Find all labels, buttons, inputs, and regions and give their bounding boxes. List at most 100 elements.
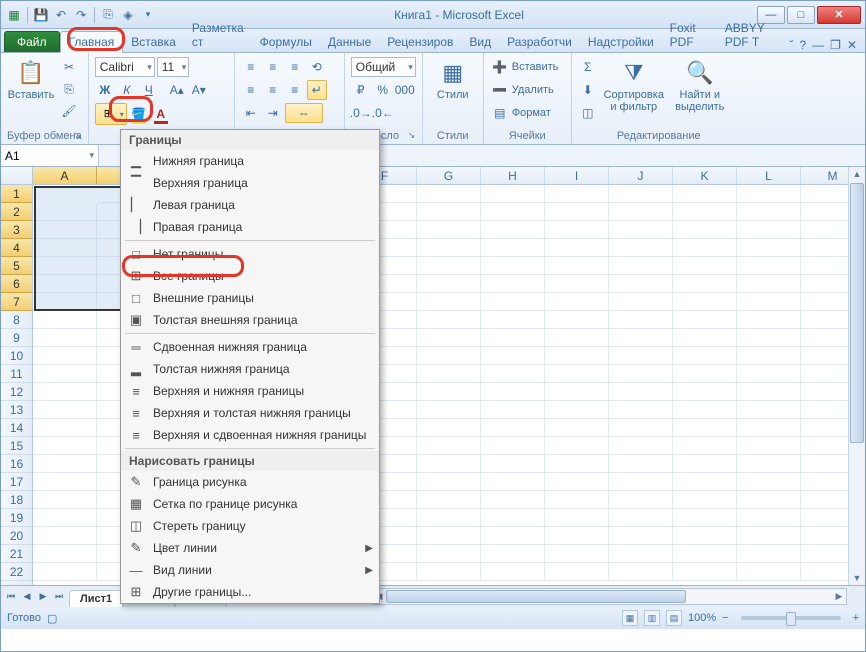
row-header[interactable]: 2 (1, 203, 32, 221)
borders-menu-item[interactable]: ▁Нижняя граница (121, 150, 379, 172)
cell[interactable] (737, 437, 801, 454)
row-header[interactable]: 20 (1, 527, 32, 545)
cell[interactable] (417, 293, 481, 310)
borders-menu-item[interactable]: ▦Сетка по границе рисунка (121, 493, 379, 515)
column-header[interactable]: L (737, 167, 801, 184)
cell[interactable] (417, 239, 481, 256)
cell[interactable] (609, 545, 673, 562)
dialog-launcher-icon[interactable]: ↘ (74, 130, 86, 142)
row-header[interactable]: 7 (1, 293, 32, 311)
cell[interactable] (33, 545, 97, 562)
increase-decimal-icon[interactable]: .0→ (351, 103, 371, 123)
cell[interactable] (417, 365, 481, 382)
name-box[interactable]: A1 (1, 145, 99, 166)
fill-icon[interactable]: ⬇ (578, 80, 598, 100)
cell[interactable] (609, 185, 673, 202)
cell[interactable] (737, 509, 801, 526)
cell[interactable] (737, 311, 801, 328)
borders-menu-item[interactable]: ═Сдвоенная нижняя граница (121, 336, 379, 358)
cell[interactable] (609, 383, 673, 400)
borders-menu-item[interactable]: ▂Толстая нижняя граница (121, 358, 379, 380)
row-header[interactable]: 21 (1, 545, 32, 563)
cell[interactable] (673, 329, 737, 346)
cell[interactable] (545, 419, 609, 436)
cell[interactable] (417, 473, 481, 490)
cell[interactable] (33, 437, 97, 454)
cell[interactable] (737, 293, 801, 310)
cut-icon[interactable]: ✂ (59, 57, 79, 77)
tab-foxit[interactable]: Foxit PDF (662, 18, 717, 52)
shrink-font-icon[interactable]: A▾ (189, 80, 209, 100)
vertical-scrollbar[interactable]: ▲ ▼ (848, 167, 865, 585)
cell[interactable] (417, 509, 481, 526)
column-header[interactable]: G (417, 167, 481, 184)
page-layout-view-icon[interactable]: ▥ (644, 610, 660, 626)
cell[interactable] (417, 527, 481, 544)
cell[interactable] (673, 311, 737, 328)
cell[interactable] (33, 347, 97, 364)
tab-insert[interactable]: Вставка (123, 32, 184, 52)
macro-record-icon[interactable]: ▢ (47, 612, 57, 625)
cell[interactable] (673, 419, 737, 436)
number-format-combo[interactable]: Общий (351, 57, 416, 77)
cell[interactable] (673, 563, 737, 580)
cell[interactable] (417, 275, 481, 292)
cell[interactable] (673, 383, 737, 400)
increase-indent-icon[interactable]: ⇥ (263, 103, 283, 123)
cell[interactable] (737, 383, 801, 400)
borders-menu-item[interactable]: ≡Верхняя и сдвоенная нижняя границы (121, 424, 379, 446)
grow-font-icon[interactable]: A▴ (167, 80, 187, 100)
cell[interactable] (673, 221, 737, 238)
cell[interactable] (545, 275, 609, 292)
sheet-nav-next-icon[interactable]: ▶ (35, 589, 51, 605)
tab-formulas[interactable]: Формулы (252, 32, 320, 52)
cell[interactable] (609, 401, 673, 418)
row-header[interactable]: 3 (1, 221, 32, 239)
cell[interactable] (609, 419, 673, 436)
cell[interactable] (737, 473, 801, 490)
cell[interactable] (737, 203, 801, 220)
cell[interactable] (33, 563, 97, 580)
tab-data[interactable]: Данные (320, 32, 379, 52)
cell[interactable] (33, 401, 97, 418)
cell[interactable] (33, 221, 97, 238)
zoom-in-icon[interactable]: + (853, 612, 859, 624)
cell[interactable] (481, 365, 545, 382)
row-header[interactable]: 11 (1, 365, 32, 383)
undo-icon[interactable]: ↶ (52, 6, 70, 24)
cell[interactable] (609, 329, 673, 346)
normal-view-icon[interactable]: ▦ (622, 610, 638, 626)
cell[interactable] (481, 311, 545, 328)
cell[interactable] (737, 365, 801, 382)
cell[interactable] (33, 239, 97, 256)
borders-menu-item[interactable]: ⊞Другие границы... (121, 581, 379, 603)
cell[interactable] (673, 257, 737, 274)
cell[interactable] (33, 509, 97, 526)
cell[interactable] (417, 545, 481, 562)
borders-menu-item[interactable]: ▕Правая граница (121, 216, 379, 238)
row-header[interactable]: 5 (1, 257, 32, 275)
cell[interactable] (33, 311, 97, 328)
cell[interactable] (545, 545, 609, 562)
cell[interactable] (737, 455, 801, 472)
autosum-icon[interactable]: Σ (578, 57, 598, 77)
cell[interactable] (673, 473, 737, 490)
align-center-icon[interactable]: ≡ (263, 80, 283, 100)
cell[interactable] (417, 257, 481, 274)
find-select-button[interactable]: 🔍 Найти и выделить (670, 57, 730, 113)
row-header[interactable]: 22 (1, 563, 32, 581)
borders-menu-item[interactable]: —Вид линии▶ (121, 559, 379, 581)
vscroll-thumb[interactable] (850, 183, 864, 443)
cell[interactable] (417, 203, 481, 220)
cell[interactable] (737, 239, 801, 256)
cell[interactable] (33, 491, 97, 508)
cell[interactable] (609, 203, 673, 220)
borders-menu-item[interactable]: ⊞Все границы (121, 265, 379, 287)
cell[interactable] (737, 401, 801, 418)
row-header[interactable]: 19 (1, 509, 32, 527)
cell[interactable] (417, 437, 481, 454)
cell[interactable] (673, 509, 737, 526)
scroll-down-icon[interactable]: ▼ (849, 571, 865, 585)
sheet-tab[interactable]: Лист1 (69, 590, 123, 607)
cell[interactable] (417, 455, 481, 472)
